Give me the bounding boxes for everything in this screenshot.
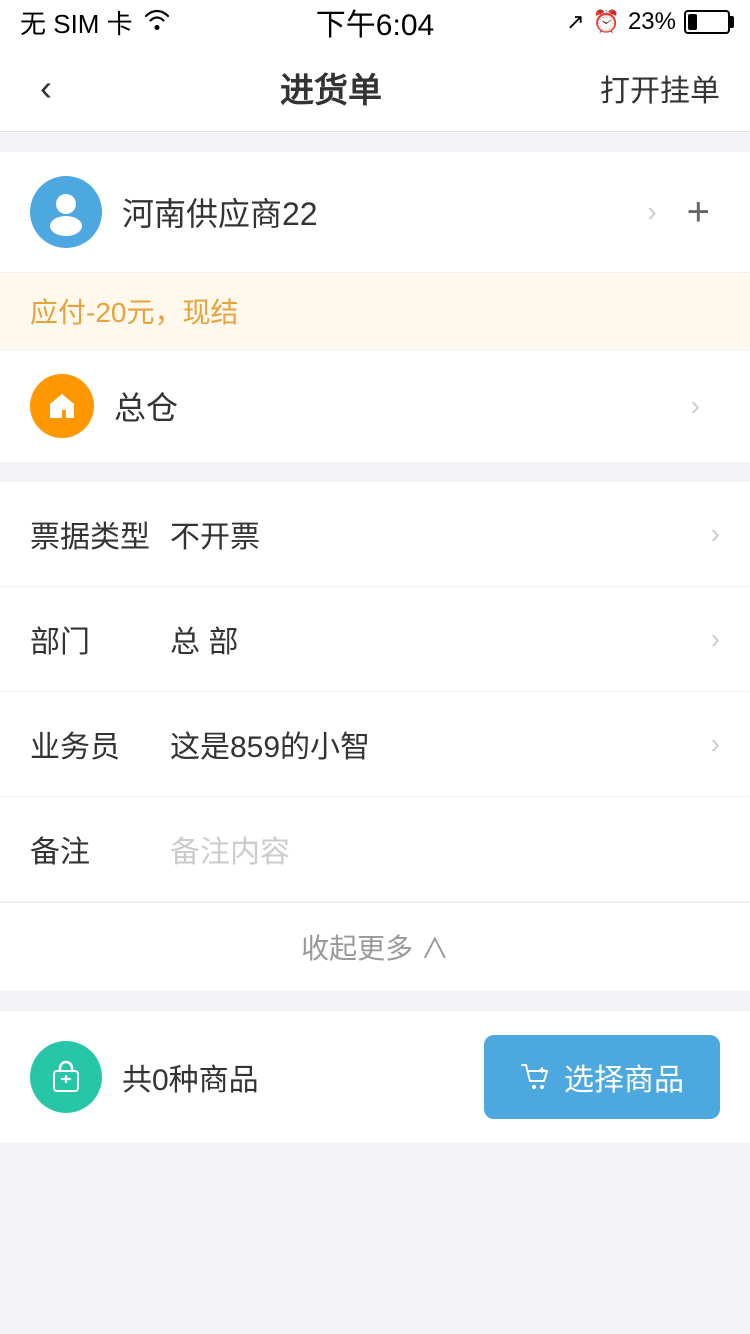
- status-right: ↗ ⏰ 23%: [566, 8, 730, 36]
- bottom-bar: 共0种商品 选择商品: [0, 1011, 750, 1143]
- supplier-chevron-icon: ›: [647, 196, 656, 228]
- warehouse-chevron-icon: ›: [691, 390, 700, 422]
- location-icon: ↗: [566, 9, 584, 35]
- supplier-name: 河南供应商22: [122, 189, 647, 235]
- status-left: 无 SIM 卡: [20, 4, 171, 41]
- department-row[interactable]: 部门 总 部 ›: [0, 587, 750, 692]
- form-section: 票据类型 不开票 › 部门 总 部 › 业务员 这是859的小智 › 备注 备注…: [0, 482, 750, 991]
- alarm-icon: ⏰: [593, 9, 620, 35]
- remark-label: 备注: [30, 827, 170, 871]
- goods-count-label: 共0种商品: [122, 1055, 484, 1099]
- select-goods-label: 选择商品: [564, 1055, 684, 1099]
- add-supplier-button[interactable]: +: [677, 190, 720, 235]
- supplier-avatar: [30, 176, 102, 248]
- remark-placeholder: 备注内容: [170, 827, 720, 871]
- invoice-type-chevron-icon: ›: [711, 518, 720, 550]
- supplier-section: 河南供应商22 › + 应付-20元，现结 总仓 ›: [0, 152, 750, 462]
- invoice-type-label: 票据类型: [30, 512, 170, 556]
- collapse-bar[interactable]: 收起更多 ∧: [0, 902, 750, 991]
- notice-text: 应付-20元，现结: [30, 297, 238, 328]
- warehouse-name: 总仓: [114, 383, 691, 429]
- salesperson-value: 这是859的小智: [170, 722, 711, 766]
- battery-percent: 23%: [628, 8, 676, 36]
- status-bar: 无 SIM 卡 下午6:04 ↗ ⏰ 23%: [0, 0, 750, 44]
- salesperson-label: 业务员: [30, 722, 170, 766]
- salesperson-row[interactable]: 业务员 这是859的小智 ›: [0, 692, 750, 797]
- collapse-label: 收起更多 ∧: [301, 933, 449, 964]
- invoice-type-row[interactable]: 票据类型 不开票 ›: [0, 482, 750, 587]
- department-chevron-icon: ›: [711, 623, 720, 655]
- section-gap-1: [0, 132, 750, 152]
- department-value: 总 部: [170, 617, 711, 661]
- battery-icon: [684, 10, 730, 34]
- page-title: 进货单: [280, 63, 382, 112]
- select-goods-button[interactable]: 选择商品: [484, 1035, 720, 1119]
- back-button[interactable]: ‹: [30, 57, 62, 119]
- carrier-label: 无 SIM 卡: [20, 4, 133, 41]
- department-label: 部门: [30, 617, 170, 661]
- nav-bar: ‹ 进货单 打开挂单: [0, 44, 750, 132]
- page-container: 无 SIM 卡 下午6:04 ↗ ⏰ 23% ‹ 进货单 打: [0, 0, 750, 1334]
- battery-fill: [688, 14, 697, 30]
- open-pending-button[interactable]: 打开挂单: [600, 66, 720, 110]
- notice-bar: 应付-20元，现结: [0, 273, 750, 349]
- remark-row[interactable]: 备注 备注内容: [0, 797, 750, 902]
- status-time: 下午6:04: [316, 0, 434, 44]
- salesperson-chevron-icon: ›: [711, 728, 720, 760]
- supplier-row[interactable]: 河南供应商22 › +: [0, 152, 750, 273]
- wifi-icon: [143, 8, 171, 36]
- invoice-type-value: 不开票: [170, 512, 711, 556]
- warehouse-icon: [30, 374, 94, 438]
- warehouse-row[interactable]: 总仓 ›: [0, 349, 750, 462]
- goods-icon-wrap: [30, 1041, 102, 1113]
